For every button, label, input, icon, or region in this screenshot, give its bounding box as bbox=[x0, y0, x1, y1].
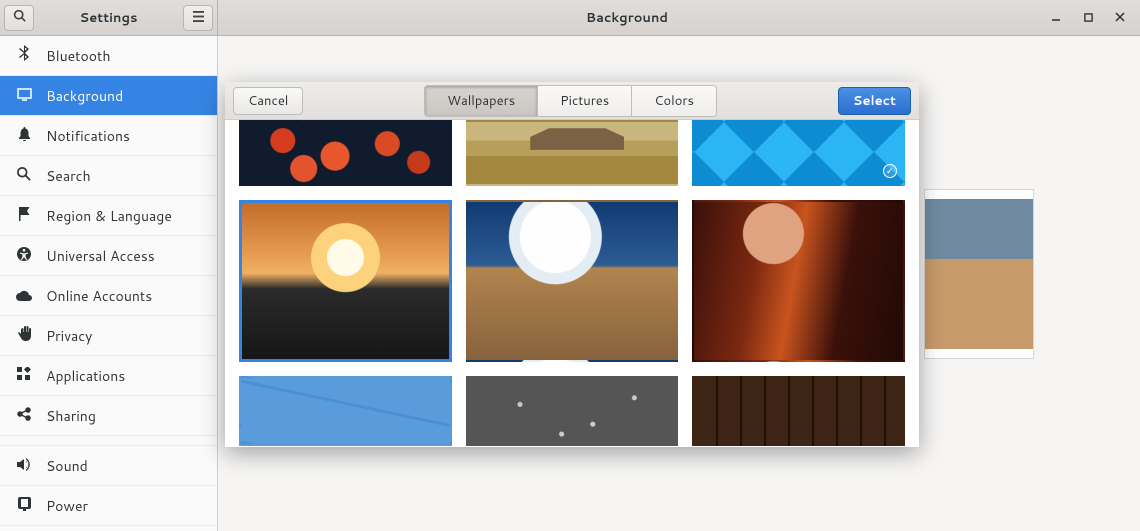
sidebar-separator bbox=[0, 436, 217, 446]
speaker-icon bbox=[16, 456, 32, 476]
sidebar-item-label: Privacy bbox=[46, 326, 92, 346]
wallpaper-tile[interactable] bbox=[466, 200, 679, 362]
menu-button[interactable] bbox=[183, 5, 213, 31]
sidebar-item-background[interactable]: Background bbox=[0, 76, 217, 116]
hamburger-icon bbox=[192, 9, 205, 27]
sidebar-item-universal-access[interactable]: Universal Access bbox=[0, 236, 217, 276]
display-icon bbox=[16, 86, 32, 106]
share-icon bbox=[16, 406, 32, 426]
cloud-icon bbox=[16, 286, 32, 306]
accessibility-icon bbox=[16, 246, 32, 266]
maximize-button[interactable] bbox=[1082, 10, 1094, 26]
bluetooth-icon bbox=[16, 45, 32, 66]
sidebar-item-label: Sharing bbox=[46, 406, 96, 426]
wallpaper-tile[interactable] bbox=[692, 120, 905, 186]
sidebar-item-label: Search bbox=[46, 166, 91, 186]
sidebar-item-sharing[interactable]: Sharing bbox=[0, 396, 217, 436]
current-wallpaper-badge bbox=[883, 164, 897, 178]
sidebar-item-power[interactable]: Power bbox=[0, 486, 217, 526]
sidebar-item-label: Background bbox=[46, 86, 123, 106]
sidebar: Bluetooth Background Notifications Searc… bbox=[0, 36, 218, 531]
sidebar-item-label: Online Accounts bbox=[46, 286, 152, 306]
sidebar-item-notifications[interactable]: Notifications bbox=[0, 116, 217, 156]
dialog-header: Cancel Wallpapers Pictures Colors Select bbox=[225, 82, 919, 120]
sidebar-item-sound[interactable]: Sound bbox=[0, 446, 217, 486]
background-picker-dialog: Cancel Wallpapers Pictures Colors Select bbox=[225, 82, 919, 447]
tab-pictures[interactable]: Pictures bbox=[538, 86, 632, 116]
sidebar-item-search[interactable]: Search bbox=[0, 156, 217, 196]
tab-label: Colors bbox=[654, 92, 694, 110]
bell-icon bbox=[16, 126, 32, 146]
sidebar-item-privacy[interactable]: Privacy bbox=[0, 316, 217, 356]
cancel-button[interactable]: Cancel bbox=[233, 87, 303, 115]
sidebar-item-label: Bluetooth bbox=[46, 46, 110, 66]
view-switcher: Wallpapers Pictures Colors bbox=[424, 85, 717, 117]
headerbar: Settings Background bbox=[0, 0, 1140, 36]
sidebar-item-label: Notifications bbox=[46, 126, 130, 146]
sidebar-item-bluetooth[interactable]: Bluetooth bbox=[0, 36, 217, 76]
sidebar-item-label: Sound bbox=[46, 456, 88, 476]
wallpaper-tile[interactable] bbox=[466, 376, 679, 446]
sidebar-item-region[interactable]: Region & Language bbox=[0, 196, 217, 236]
sidebar-item-online-accounts[interactable]: Online Accounts bbox=[0, 276, 217, 316]
wallpaper-tile[interactable] bbox=[692, 376, 905, 446]
wallpaper-grid bbox=[225, 120, 919, 446]
wallpaper-tile[interactable] bbox=[692, 200, 905, 362]
sidebar-item-label: Region & Language bbox=[46, 206, 172, 226]
page-title: Background bbox=[218, 9, 1036, 27]
tab-label: Wallpapers bbox=[447, 92, 515, 110]
apps-icon bbox=[16, 366, 32, 386]
tab-colors[interactable]: Colors bbox=[632, 86, 716, 116]
hand-icon bbox=[16, 326, 32, 346]
wallpaper-tile[interactable] bbox=[239, 120, 452, 186]
tab-label: Pictures bbox=[560, 92, 609, 110]
search-icon bbox=[13, 9, 26, 27]
flag-icon bbox=[16, 206, 32, 226]
search-button[interactable] bbox=[4, 5, 34, 31]
minimize-button[interactable] bbox=[1050, 10, 1062, 26]
select-button[interactable]: Select bbox=[838, 87, 911, 115]
wallpaper-tile[interactable] bbox=[466, 120, 679, 186]
tab-wallpapers[interactable]: Wallpapers bbox=[425, 86, 538, 116]
sidebar-item-label: Power bbox=[46, 496, 88, 516]
dialog-body[interactable] bbox=[225, 120, 919, 447]
current-background-card[interactable] bbox=[924, 189, 1034, 359]
cancel-label: Cancel bbox=[248, 92, 288, 110]
wallpaper-tile[interactable] bbox=[239, 376, 452, 446]
sidebar-item-label: Applications bbox=[46, 366, 125, 386]
select-label: Select bbox=[853, 92, 896, 110]
current-background-thumb bbox=[925, 199, 1033, 349]
window-controls bbox=[1036, 10, 1140, 26]
wallpaper-tile[interactable] bbox=[239, 200, 452, 362]
sidebar-item-label: Universal Access bbox=[46, 246, 155, 266]
settings-title: Settings bbox=[38, 9, 179, 27]
sidebar-item-applications[interactable]: Applications bbox=[0, 356, 217, 396]
search-icon bbox=[16, 166, 32, 186]
close-button[interactable] bbox=[1114, 10, 1126, 26]
power-icon bbox=[16, 496, 32, 516]
